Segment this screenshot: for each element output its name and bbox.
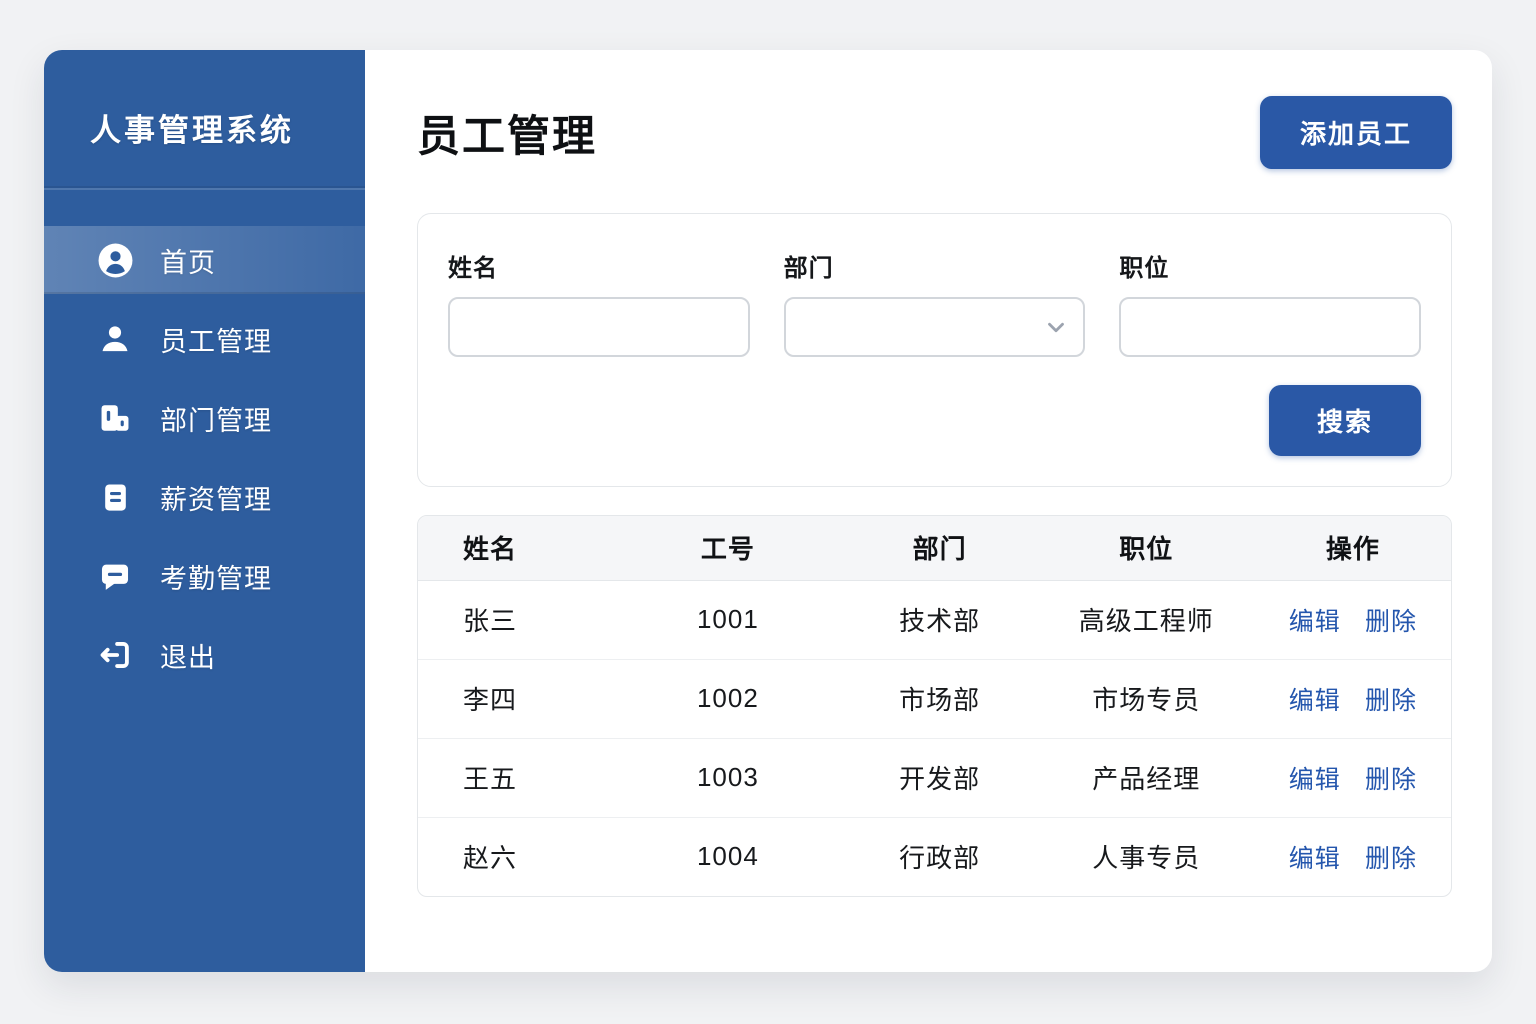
sidebar-item-label: 考勤管理	[160, 563, 272, 594]
sidebar-item-label: 首页	[160, 247, 216, 278]
sidebar-item-1[interactable]: 员工管理	[44, 305, 365, 373]
document-icon	[96, 478, 134, 516]
sidebar-item-2[interactable]: 部门管理	[44, 384, 365, 452]
main-content: 员工管理 添加员工 姓名 部门 职位 搜索 姓名 工号 部门 职位 操作 张三 …	[365, 50, 1492, 972]
page-title: 员工管理	[417, 112, 597, 161]
employee-table-header: 姓名 工号 部门 职位 操作	[418, 516, 1451, 581]
employee-table-panel: 姓名 工号 部门 职位 操作 张三 1001 技术部 高级工程师 编辑 删除 李…	[417, 515, 1452, 897]
search-fields: 姓名 部门 职位	[448, 248, 1422, 357]
name-field-label: 姓名	[448, 255, 498, 282]
column-header-dept: 部门	[841, 516, 1038, 581]
name-field-group: 姓名	[448, 248, 750, 357]
position-field-group: 职位	[1119, 248, 1422, 357]
add-employee-button[interactable]: 添加员工	[1259, 96, 1452, 169]
cell-department: 开发部	[841, 738, 1038, 818]
cell-name: 李四	[418, 659, 615, 739]
table-row: 赵六 1004 行政部 人事专员 编辑 删除	[418, 817, 1451, 896]
delete-link[interactable]: 删除	[1365, 766, 1417, 794]
cell-employee-id: 1004	[696, 841, 759, 872]
app-title: 人事管理系统	[90, 113, 294, 148]
cell-employee-id: 1001	[614, 580, 842, 660]
sidebar-item-5[interactable]: 退出	[44, 621, 365, 689]
edit-link[interactable]: 编辑	[1289, 687, 1341, 715]
cell-department: 技术部	[841, 580, 1038, 660]
logout-icon	[96, 636, 134, 674]
cell-actions: 编辑 删除	[1255, 817, 1451, 896]
cell-actions: 编辑 删除	[1254, 738, 1451, 818]
cell-position: 高级工程师	[1037, 580, 1255, 660]
cell-name: 张三	[418, 580, 615, 660]
table-row: 张三 1001 技术部 高级工程师 编辑 删除	[418, 580, 1451, 660]
sidebar-divider	[44, 188, 365, 190]
building-icon	[96, 399, 134, 437]
cell-name: 赵六	[463, 843, 518, 874]
sidebar-item-0[interactable]: 首页	[44, 226, 365, 294]
department-field-group: 部门	[783, 248, 1086, 357]
department-field-label: 部门	[783, 255, 834, 282]
delete-link[interactable]: 删除	[1365, 687, 1417, 715]
user-circle-icon	[96, 241, 134, 279]
edit-link[interactable]: 编辑	[1289, 608, 1341, 636]
employee-table-body: 张三 1001 技术部 高级工程师 编辑 删除 李四 1002 市场部 市场专员…	[418, 580, 1451, 896]
column-header-name: 姓名	[418, 516, 615, 581]
column-header-pos: 职位	[1037, 516, 1255, 581]
sidebar-item-label: 退出	[160, 642, 216, 673]
edit-link[interactable]: 编辑	[1289, 766, 1341, 794]
name-input[interactable]	[448, 297, 750, 357]
sidebar-item-3[interactable]: 薪资管理	[44, 463, 365, 531]
delete-link[interactable]: 删除	[1365, 608, 1417, 636]
search-panel: 姓名 部门 职位 搜索	[417, 213, 1452, 487]
cell-department: 市场部	[841, 659, 1038, 739]
user-icon	[96, 320, 134, 358]
column-header-id: 工号	[614, 516, 842, 581]
table-row: 李四 1002 市场部 市场专员 编辑 删除	[418, 659, 1451, 739]
table-row: 王五 1003 开发部 产品经理 编辑 删除	[418, 738, 1451, 818]
sidebar-item-label: 员工管理	[160, 326, 272, 357]
app-window: 人事管理系统 首页 员工管理 部门管理 薪资管理 考勤管理 退出 员工管理 添加…	[44, 50, 1492, 972]
cell-actions: 编辑 删除	[1254, 580, 1451, 660]
sidebar-item-label: 薪资管理	[160, 484, 272, 515]
message-icon	[96, 557, 134, 595]
search-button-row: 搜索	[448, 385, 1421, 456]
sidebar-item-label: 部门管理	[160, 405, 272, 436]
sidebar-nav: 首页 员工管理 部门管理 薪资管理 考勤管理 退出	[44, 226, 365, 689]
employee-table: 姓名 工号 部门 职位 操作 张三 1001 技术部 高级工程师 编辑 删除 李…	[418, 516, 1451, 896]
cell-position: 市场专员	[1037, 659, 1255, 739]
cell-employee-id: 1002	[614, 659, 842, 739]
department-select[interactable]	[783, 297, 1086, 357]
column-header-actions: 操作	[1254, 516, 1451, 581]
cell-employee-id: 1003	[614, 738, 842, 818]
sidebar: 人事管理系统 首页 员工管理 部门管理 薪资管理 考勤管理 退出	[44, 50, 365, 972]
delete-link[interactable]: 删除	[1365, 845, 1417, 873]
position-field-label: 职位	[1119, 255, 1170, 282]
main-header: 员工管理 添加员工	[417, 96, 1452, 169]
edit-link[interactable]: 编辑	[1289, 845, 1341, 873]
cell-name: 王五	[418, 738, 615, 818]
cell-position: 产品经理	[1037, 738, 1255, 818]
search-button[interactable]: 搜索	[1268, 385, 1421, 456]
sidebar-item-4[interactable]: 考勤管理	[44, 542, 365, 610]
position-input[interactable]	[1119, 297, 1422, 357]
cell-position: 人事专员	[1092, 843, 1201, 874]
cell-department: 行政部	[899, 843, 981, 874]
cell-actions: 编辑 删除	[1254, 659, 1451, 739]
